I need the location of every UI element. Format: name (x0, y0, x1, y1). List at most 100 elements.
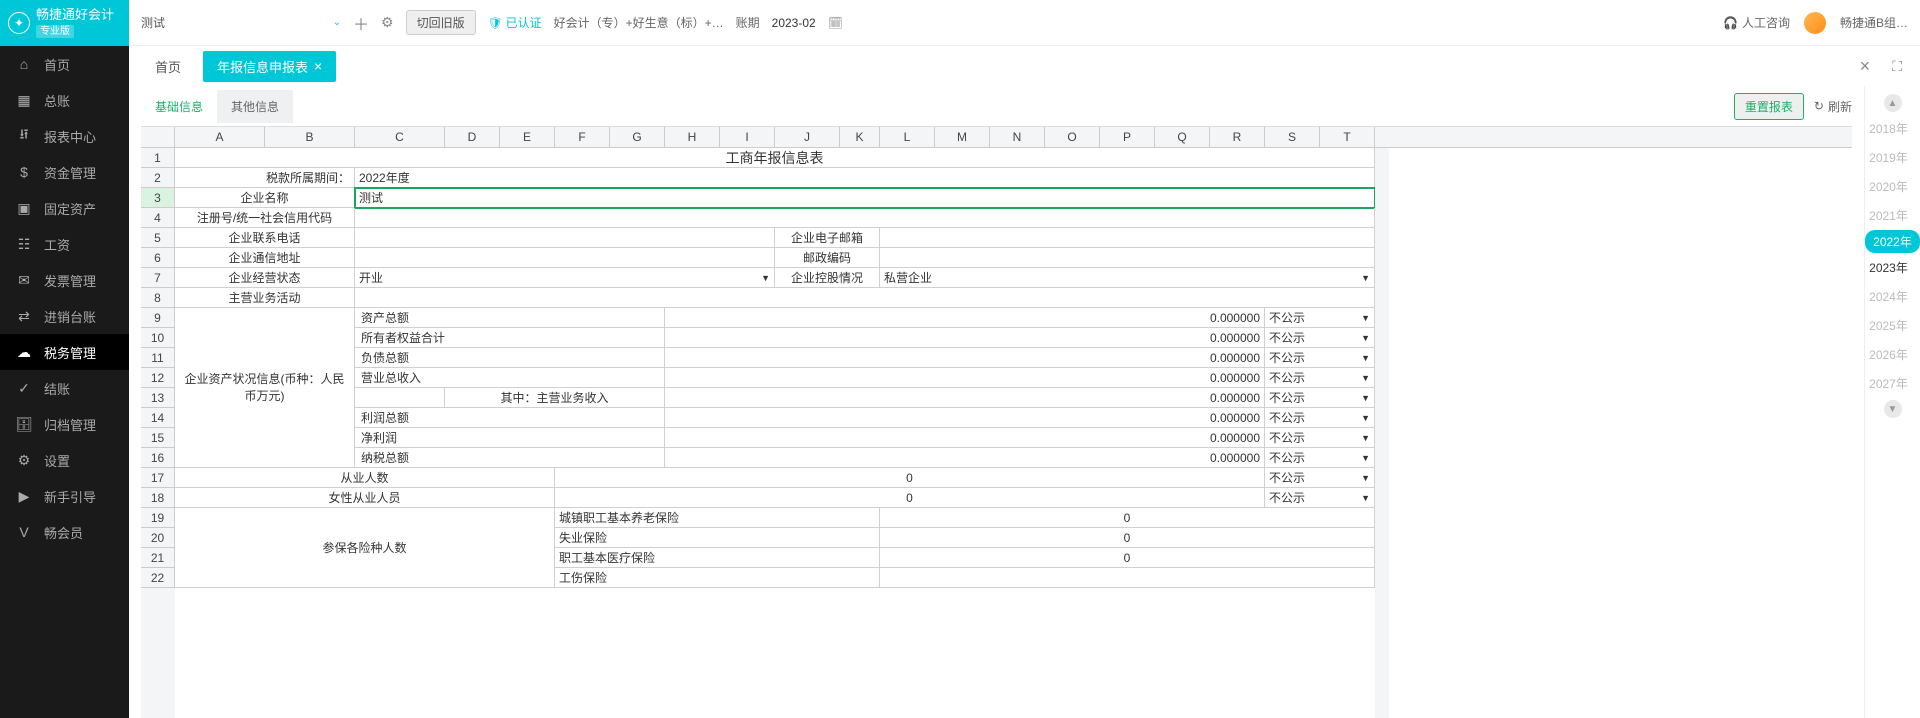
cell[interactable] (880, 248, 1375, 268)
add-icon[interactable]: ＋ (353, 11, 369, 35)
year-up-icon[interactable]: ▲ (1884, 94, 1902, 112)
dropdown-cell[interactable]: 私营企业▼ (880, 268, 1375, 288)
row-num-13[interactable]: 13 (141, 388, 175, 408)
row-num-19[interactable]: 19 (141, 508, 175, 528)
cell[interactable]: 主营业务活动 (175, 288, 355, 308)
cell[interactable]: 利润总额 (355, 408, 665, 428)
cell[interactable]: 净利润 (355, 428, 665, 448)
sidebar-item-新手引导[interactable]: ▶新手引导 (0, 478, 129, 514)
cell[interactable]: 0 (880, 528, 1375, 548)
cell[interactable]: 从业人数 (175, 468, 555, 488)
cell[interactable]: 资产总额 (355, 308, 665, 328)
dropdown-cell[interactable]: 不公示▼ (1265, 428, 1375, 448)
cell[interactable] (355, 208, 1375, 228)
year-down-icon[interactable]: ▼ (1884, 400, 1902, 418)
col-header-O[interactable]: O (1045, 127, 1100, 147)
cell[interactable]: 0 (880, 548, 1375, 568)
col-header-C[interactable]: C (355, 127, 445, 147)
switch-old-button[interactable]: 切回旧版 (406, 10, 476, 35)
row-num-9[interactable]: 9 (141, 308, 175, 328)
sidebar-item-发票管理[interactable]: ✉发票管理 (0, 262, 129, 298)
year-2023年[interactable]: 2023年 (1865, 253, 1920, 282)
dropdown-cell[interactable]: 不公示▼ (1265, 408, 1375, 428)
col-header-J[interactable]: J (775, 127, 840, 147)
vertical-scrollbar[interactable] (1375, 148, 1389, 718)
user-name[interactable]: 畅捷通B组… (1840, 14, 1908, 31)
cell[interactable]: 0 (555, 488, 1265, 508)
cell[interactable]: 工商年报信息表 (175, 148, 1375, 168)
sidebar-item-总账[interactable]: ▦总账 (0, 82, 129, 118)
cell[interactable] (880, 228, 1375, 248)
cell[interactable]: 其中：主营业务收入 (445, 388, 665, 408)
sidebar-item-归档管理[interactable]: 🗄归档管理 (0, 406, 129, 442)
col-header-D[interactable]: D (445, 127, 500, 147)
col-header-B[interactable]: B (265, 127, 355, 147)
cell[interactable]: 0.000000 (665, 308, 1265, 328)
cell[interactable]: 失业保险 (555, 528, 880, 548)
cell[interactable] (355, 288, 1375, 308)
cell[interactable]: 企业联系电话 (175, 228, 355, 248)
sidebar-item-固定资产[interactable]: ▣固定资产 (0, 190, 129, 226)
col-header-T[interactable]: T (1320, 127, 1375, 147)
year-2021年[interactable]: 2021年 (1865, 201, 1920, 230)
cell[interactable]: 营业总收入 (355, 368, 665, 388)
refresh-button[interactable]: ↻ 刷新 (1814, 98, 1852, 115)
row-num-4[interactable]: 4 (141, 208, 175, 228)
period-value[interactable]: 2023-02 (772, 16, 816, 30)
col-header-F[interactable]: F (555, 127, 610, 147)
row-num-10[interactable]: 10 (141, 328, 175, 348)
cell[interactable]: 0 (880, 508, 1375, 528)
dropdown-cell[interactable]: 不公示▼ (1265, 368, 1375, 388)
close-icon[interactable]: × (314, 58, 322, 74)
cell[interactable]: 企业通信地址 (175, 248, 355, 268)
cell[interactable]: 0.000000 (665, 408, 1265, 428)
dropdown-cell[interactable]: 不公示▼ (1265, 308, 1375, 328)
cell[interactable]: 税款所属期间： (175, 168, 355, 188)
select-all-corner[interactable] (141, 127, 175, 147)
cell[interactable]: 2022年度 (355, 168, 1375, 188)
dropdown-cell[interactable]: 不公示▼ (1265, 348, 1375, 368)
tab-home[interactable]: 首页 (141, 51, 195, 82)
row-num-17[interactable]: 17 (141, 468, 175, 488)
col-header-S[interactable]: S (1265, 127, 1320, 147)
company-name-cell[interactable]: 测试 (355, 188, 1375, 208)
col-header-I[interactable]: I (720, 127, 775, 147)
col-header-E[interactable]: E (500, 127, 555, 147)
cell[interactable]: 0.000000 (665, 368, 1265, 388)
dropdown-cell[interactable]: 不公示▼ (1265, 488, 1375, 508)
col-header-K[interactable]: K (840, 127, 880, 147)
calendar-icon[interactable]: 🗓 (828, 16, 843, 30)
year-2026年[interactable]: 2026年 (1865, 340, 1920, 369)
year-2024年[interactable]: 2024年 (1865, 282, 1920, 311)
avatar[interactable] (1804, 12, 1826, 34)
cell[interactable]: 纳税总额 (355, 448, 665, 468)
sidebar-item-资金管理[interactable]: $资金管理 (0, 154, 129, 190)
year-2018年[interactable]: 2018年 (1865, 114, 1920, 143)
cell[interactable]: 0 (555, 468, 1265, 488)
row-num-6[interactable]: 6 (141, 248, 175, 268)
col-header-Q[interactable]: Q (1155, 127, 1210, 147)
cell[interactable]: 企业控股情况 (775, 268, 880, 288)
sidebar-item-报表中心[interactable]: ⭿报表中心 (0, 118, 129, 154)
cell[interactable]: 城镇职工基本养老保险 (555, 508, 880, 528)
company-selector[interactable]: 测试 ⌄ (141, 14, 341, 31)
row-num-5[interactable]: 5 (141, 228, 175, 248)
cell[interactable]: 女性从业人员 (175, 488, 555, 508)
dropdown-cell[interactable]: 开业▼ (355, 268, 775, 288)
cell[interactable] (880, 568, 1375, 588)
support-link[interactable]: 🎧 人工咨询 (1723, 14, 1790, 31)
year-2019年[interactable]: 2019年 (1865, 143, 1920, 172)
sidebar-item-设置[interactable]: ⚙设置 (0, 442, 129, 478)
sidebar-item-首页[interactable]: ⌂首页 (0, 46, 129, 82)
row-num-7[interactable]: 7 (141, 268, 175, 288)
cell[interactable]: 负债总额 (355, 348, 665, 368)
cell[interactable]: 工伤保险 (555, 568, 880, 588)
gear-icon[interactable]: ⚙ (381, 14, 394, 31)
tab-annual-report[interactable]: 年报信息申报表 × (203, 51, 336, 82)
row-num-2[interactable]: 2 (141, 168, 175, 188)
col-header-G[interactable]: G (610, 127, 665, 147)
cell[interactable]: 企业经营状态 (175, 268, 355, 288)
cell[interactable]: 0.000000 (665, 328, 1265, 348)
cell[interactable]: 0.000000 (665, 428, 1265, 448)
sidebar-item-税务管理[interactable]: ☁税务管理 (0, 334, 129, 370)
